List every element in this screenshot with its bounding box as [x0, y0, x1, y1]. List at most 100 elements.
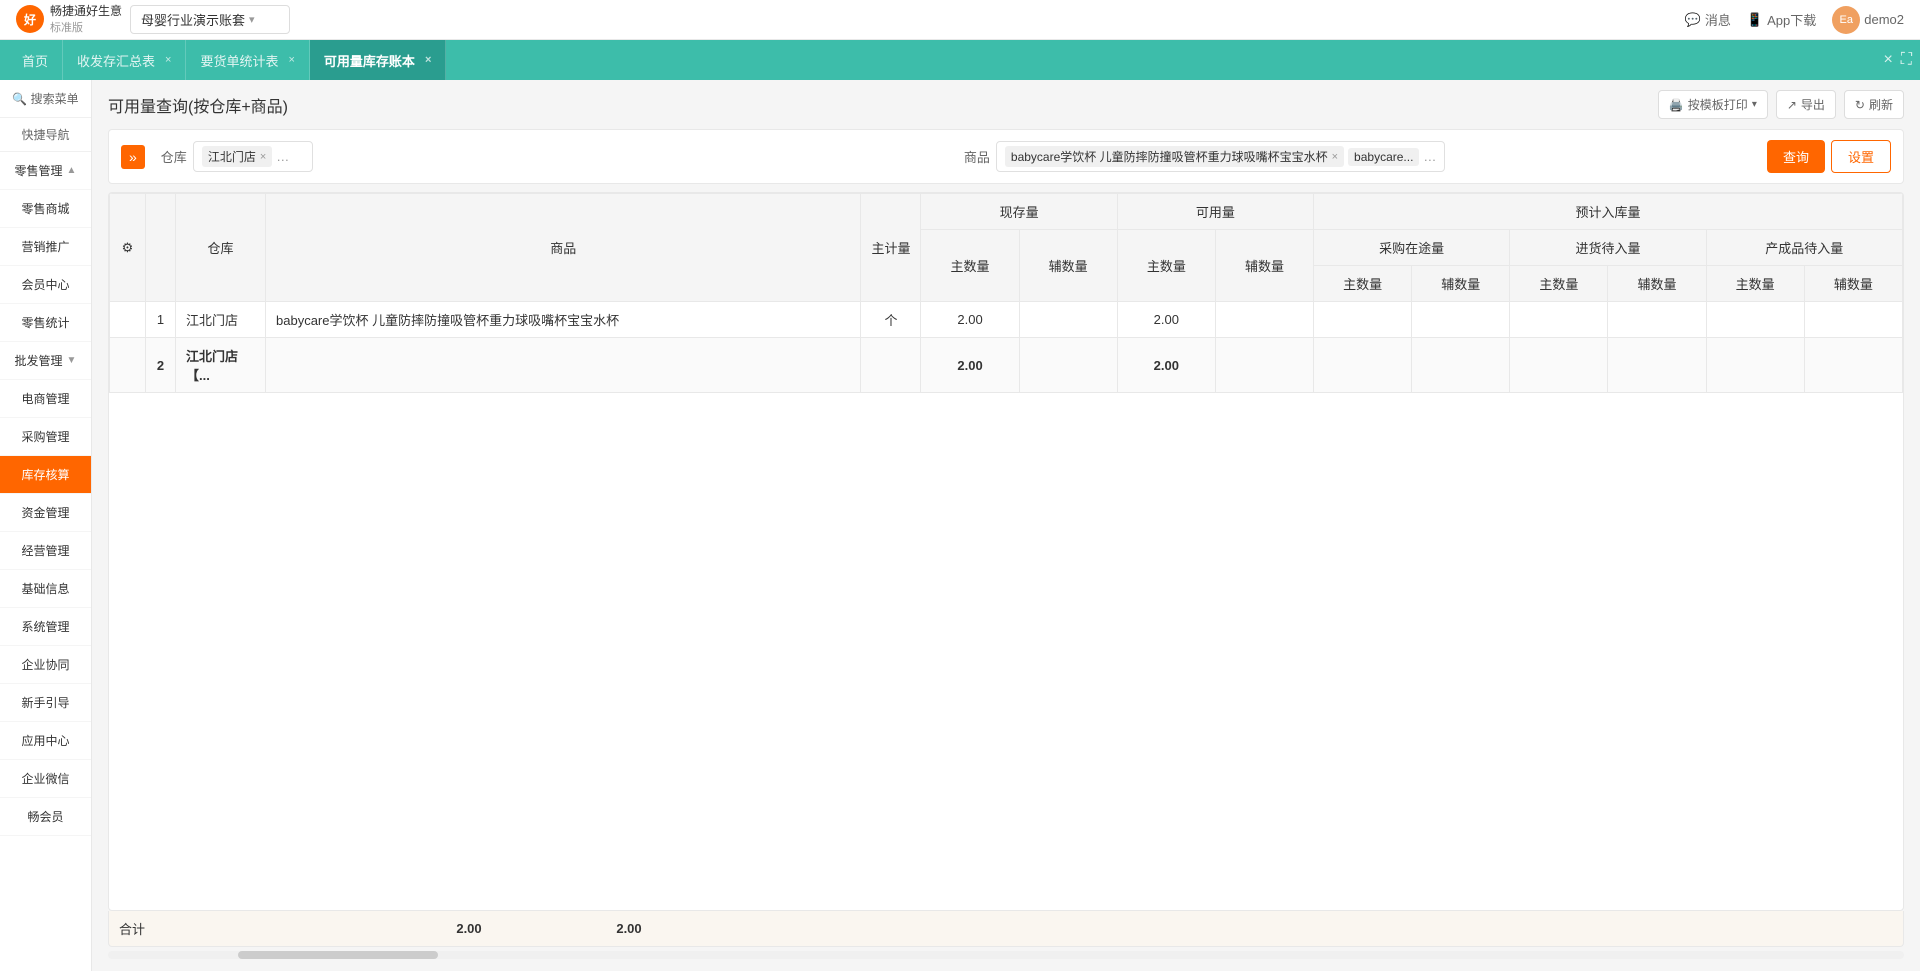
- table-footer: 合计 2.00 2.00: [108, 911, 1904, 947]
- td-product-main: [1706, 302, 1804, 338]
- tab-receive-send-label: 收发存汇总表: [77, 51, 155, 70]
- sidebar-item-wholesale-label: 批发管理: [15, 352, 63, 369]
- th-inbound-main: 主数量: [1510, 266, 1608, 302]
- td-purchase-main2: [1314, 338, 1412, 393]
- tab-bar: 首页 收发存汇总表 × 要货单统计表 × 可用量库存账本 × × ⛶: [0, 40, 1920, 80]
- product-more[interactable]: …: [1423, 149, 1436, 164]
- sidebar-item-enterprise-wechat[interactable]: 企业微信: [0, 760, 91, 798]
- td-available-main: 2.00: [1117, 302, 1215, 338]
- tab-order-stats-close[interactable]: ×: [288, 54, 294, 66]
- warehouse-input[interactable]: 江北门店 × …: [193, 141, 313, 172]
- sidebar-item-enterprise-wechat-label: 企业微信: [21, 770, 69, 787]
- table-row: 1 江北门店 babycare学饮杯 儿童防摔防撞吸管杯重力球吸嘴杯宝宝水杯 个…: [110, 302, 1903, 338]
- chevron-down-icon: ▾: [249, 13, 255, 26]
- tab-available-stock-close[interactable]: ×: [425, 54, 431, 66]
- tab-home[interactable]: 首页: [8, 40, 63, 80]
- sidebar-item-app-center[interactable]: 应用中心: [0, 722, 91, 760]
- sidebar-item-vip-label: 畅会员: [27, 808, 63, 825]
- message-button[interactable]: 💬 消息: [1685, 10, 1731, 29]
- td-product-aux2: [1804, 338, 1902, 393]
- sidebar-item-wholesale[interactable]: 批发管理 ▼: [0, 342, 91, 380]
- sidebar-item-membership[interactable]: 会员中心: [0, 266, 91, 304]
- sidebar-item-finance-label: 资金管理: [21, 504, 69, 521]
- sidebar-item-vip[interactable]: 畅会员: [0, 798, 91, 836]
- avatar: Ea: [1832, 6, 1860, 34]
- main-layout: 🔍 搜索菜单 快捷导航 零售管理 ▲ 零售商城 营销推广 会员中心 零售统计 批…: [0, 80, 1920, 971]
- quick-nav-button[interactable]: 快捷导航: [0, 118, 91, 152]
- tab-available-stock[interactable]: 可用量库存账本 ×: [310, 40, 446, 80]
- data-table: ⚙ 仓库 商品 主计量 现存量 可用量 预计入库量 主数量 辅数量 主数量 辅数…: [109, 193, 1903, 393]
- sidebar-item-procurement[interactable]: 采购管理: [0, 418, 91, 456]
- settings-button[interactable]: 设置: [1831, 140, 1891, 173]
- sidebar-item-ecommerce-label: 电商管理: [21, 390, 69, 407]
- th-product: 商品: [266, 194, 861, 302]
- print-button[interactable]: 🖨️ 按模板打印 ▾: [1658, 90, 1768, 119]
- table-row: 2 江北门店【... 2.00 2.00: [110, 338, 1903, 393]
- product-value1: babycare学饮杯 儿童防摔防撞吸管杯重力球吸嘴杯宝宝水杯: [1011, 148, 1328, 165]
- message-label: 消息: [1705, 10, 1731, 29]
- sidebar-item-marketing[interactable]: 营销推广: [0, 228, 91, 266]
- product-tag1-close[interactable]: ×: [1332, 151, 1338, 163]
- tab-order-stats[interactable]: 要货单统计表 ×: [186, 40, 309, 80]
- industry-selector[interactable]: 母婴行业演示账套 ▾: [130, 5, 290, 34]
- sidebar-item-system[interactable]: 系统管理: [0, 608, 91, 646]
- filter-bar: » 仓库 江北门店 × … 商品 babycare学饮杯 儿童防摔防撞吸管杯重力…: [108, 129, 1904, 184]
- settings-label: 设置: [1848, 150, 1874, 165]
- product-input[interactable]: babycare学饮杯 儿童防摔防撞吸管杯重力球吸嘴杯宝宝水杯 × babyca…: [996, 141, 1446, 172]
- sidebar-item-membership-label: 会员中心: [21, 276, 69, 293]
- th-inbound-group: 进货待入量: [1510, 230, 1706, 266]
- sidebar-item-enterprise-label: 企业协同: [21, 656, 69, 673]
- warehouse-tag-close[interactable]: ×: [260, 151, 266, 163]
- content-area: 可用量查询(按仓库+商品) 🖨️ 按模板打印 ▾ ↗ 导出 ↻ 刷新: [92, 80, 1920, 971]
- query-label: 查询: [1783, 150, 1809, 165]
- app-download-label: App下载: [1767, 10, 1816, 29]
- tab-receive-send-close[interactable]: ×: [165, 54, 171, 66]
- sidebar-item-ecommerce[interactable]: 电商管理: [0, 380, 91, 418]
- export-button[interactable]: ↗ 导出: [1776, 90, 1836, 119]
- footer-values: 2.00 2.00: [279, 921, 1893, 936]
- tab-receive-send[interactable]: 收发存汇总表 ×: [63, 40, 186, 80]
- sidebar-item-basic-info[interactable]: 基础信息: [0, 570, 91, 608]
- sidebar-item-inventory-label: 库存核算: [21, 466, 69, 483]
- th-purchase-main: 主数量: [1314, 266, 1412, 302]
- sidebar-item-inventory[interactable]: 库存核算: [0, 456, 91, 494]
- industry-label: 母婴行业演示账套: [141, 10, 245, 29]
- td-unit: 个: [861, 302, 921, 338]
- sidebar-item-new-guide[interactable]: 新手引导: [0, 684, 91, 722]
- warehouse-filter-group: 仓库 江北门店 × …: [161, 141, 948, 172]
- td-product-main2: [1706, 338, 1804, 393]
- print-icon: 🖨️: [1669, 98, 1684, 112]
- th-settings[interactable]: ⚙: [110, 194, 146, 302]
- query-button[interactable]: 查询: [1767, 140, 1825, 173]
- td-warehouse2: 江北门店【...: [176, 338, 266, 393]
- close-all-icon[interactable]: ×: [1883, 51, 1892, 69]
- warehouse-label: 仓库: [161, 147, 187, 166]
- page-header: 可用量查询(按仓库+商品) 🖨️ 按模板打印 ▾ ↗ 导出 ↻ 刷新: [92, 80, 1920, 129]
- th-stock-aux: 辅数量: [1019, 230, 1117, 302]
- sidebar-item-enterprise[interactable]: 企业协同: [0, 646, 91, 684]
- td-inbound-main: [1510, 302, 1608, 338]
- sidebar-item-retail[interactable]: 零售管理 ▲: [0, 152, 91, 190]
- product-filter-group: 商品 babycare学饮杯 儿童防摔防撞吸管杯重力球吸嘴杯宝宝水杯 × bab…: [964, 141, 1751, 172]
- scroll-thumb[interactable]: [238, 951, 438, 959]
- app-download-button[interactable]: 📱 App下载: [1747, 10, 1816, 29]
- td-unit2: [861, 338, 921, 393]
- export-label: 导出: [1801, 96, 1825, 113]
- user-profile[interactable]: Ea demo2: [1832, 6, 1904, 34]
- top-bar-left: 好 畅捷通好生意 标准版 母婴行业演示账套 ▾: [16, 4, 290, 34]
- td-stock-main2: 2.00: [921, 338, 1019, 393]
- logo-text: 畅捷通好生意: [50, 4, 122, 18]
- search-menu-button[interactable]: 🔍 搜索菜单: [8, 90, 83, 107]
- horizontal-scrollbar[interactable]: [108, 951, 1904, 959]
- th-purchase-aux: 辅数量: [1412, 266, 1510, 302]
- refresh-button[interactable]: ↻ 刷新: [1844, 90, 1904, 119]
- sidebar-item-finance[interactable]: 资金管理: [0, 494, 91, 532]
- warehouse-more[interactable]: …: [276, 149, 289, 164]
- sidebar-item-operations[interactable]: 经营管理: [0, 532, 91, 570]
- sidebar-item-retail-mall[interactable]: 零售商城: [0, 190, 91, 228]
- sidebar-item-retail-stats[interactable]: 零售统计: [0, 304, 91, 342]
- maximize-icon[interactable]: ⛶: [1901, 51, 1912, 69]
- filter-expand-button[interactable]: »: [121, 145, 145, 169]
- td-product-aux: [1804, 302, 1902, 338]
- refresh-label: 刷新: [1869, 96, 1893, 113]
